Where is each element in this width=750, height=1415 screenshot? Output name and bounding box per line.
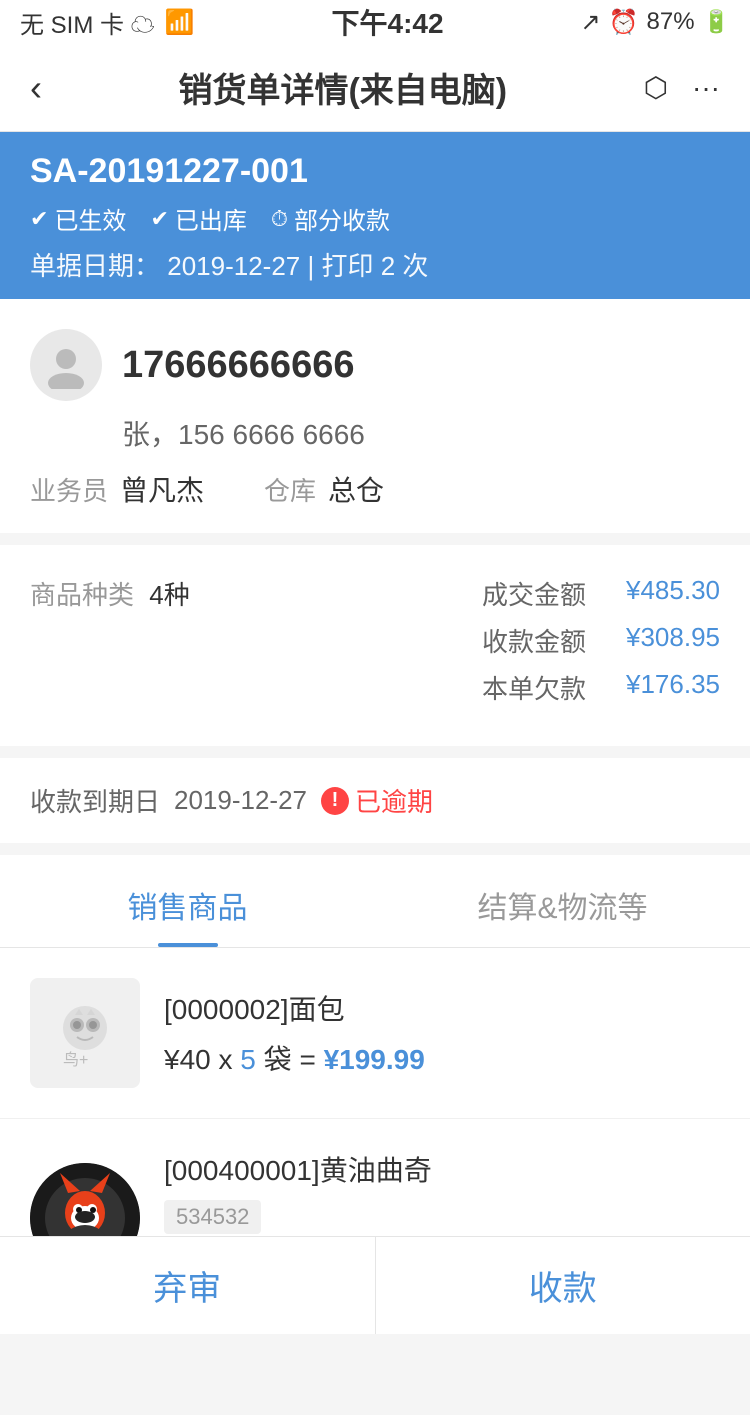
owed-amount-row: 本单欠款 ¥176.35 <box>482 669 720 706</box>
check-icon-1: ✔ <box>30 206 48 232</box>
deal-amount-row: 成交金额 ¥485.30 <box>482 575 720 612</box>
clock-icon: ⏱ <box>271 206 288 232</box>
bread-total: ¥199.99 <box>324 1044 425 1075</box>
received-amount-label: 收款金额 <box>482 622 586 659</box>
owed-amount-value: ¥176.35 <box>626 669 720 706</box>
order-badges: ✔ 已生效 ✔ 已出库 ⏱ 部分收款 <box>30 201 720 236</box>
product-type-label: 商品种类 <box>30 580 134 610</box>
product-thumbnail-bread: 鸟+ <box>30 978 140 1088</box>
badge-effective-label: 已生效 <box>54 201 126 236</box>
warehouse-label: 仓库 <box>264 471 316 508</box>
customer-meta: 业务员 曾凡杰 仓库 总仓 <box>30 469 720 509</box>
salesperson-label: 业务员 <box>30 471 108 508</box>
more-icon[interactable]: ··· <box>692 72 720 104</box>
share-icon[interactable]: ⬡ <box>644 71 668 104</box>
due-date-value: 2019-12-27 <box>174 785 307 816</box>
overdue-badge: ! 已逾期 <box>321 782 433 819</box>
avatar <box>30 329 102 401</box>
check-icon-2: ✔ <box>150 206 168 232</box>
status-time: 下午4:42 <box>332 2 444 42</box>
bread-eq: = <box>299 1044 323 1075</box>
due-date-section: 收款到期日 2019-12-27 ! 已逾期 <box>0 758 750 843</box>
product-batch-cookies: 534532 <box>164 1200 261 1234</box>
deal-amount-label: 成交金额 <box>482 575 586 612</box>
badge-partial-payment: ⏱ 部分收款 <box>271 201 390 236</box>
tabs-container: 销售商品 结算&物流等 <box>0 855 750 948</box>
product-info-bread: [0000002]面包 ¥40 x 5 袋 = ¥199.99 <box>164 988 720 1078</box>
cancel-button[interactable]: 弃审 <box>0 1237 376 1334</box>
product-type-value: 4种 <box>149 580 189 610</box>
overdue-text: 已逾期 <box>355 782 433 819</box>
no-sim-label: 无 SIM 卡 ☁ <box>20 5 155 40</box>
nav-actions: ⬡ ··· <box>644 71 720 104</box>
summary-section: 商品种类 4种 成交金额 ¥485.30 收款金额 ¥308.95 本单欠款 ¥… <box>0 545 750 746</box>
warehouse-value: 总仓 <box>328 469 384 509</box>
status-left: 无 SIM 卡 ☁ 📶 <box>20 5 195 40</box>
product-type-row: 商品种类 4种 <box>30 575 190 612</box>
summary-amounts: 成交金额 ¥485.30 收款金额 ¥308.95 本单欠款 ¥176.35 <box>482 575 720 716</box>
customer-phone: 17666666666 <box>122 344 354 387</box>
svg-text:鸟+: 鸟+ <box>63 1051 88 1069</box>
badge-partial-label: 部分收款 <box>294 201 390 236</box>
salesperson-item: 业务员 曾凡杰 <box>30 469 204 509</box>
alarm-icon: ⏰ <box>609 8 639 37</box>
status-right: ↗ ⏰ 87% 🔋 <box>581 8 730 37</box>
bread-unit: 袋 <box>264 1044 292 1075</box>
location-icon: ↗ <box>581 8 601 37</box>
print-suffix: 次 <box>402 251 428 281</box>
salesperson-value: 曾凡杰 <box>120 469 204 509</box>
badge-shipped-label: 已出库 <box>175 201 247 236</box>
back-button[interactable]: ‹ <box>30 67 42 109</box>
customer-row: 17666666666 <box>30 329 720 401</box>
bread-qty: 5 <box>240 1044 256 1075</box>
nav-bar: ‹ 销货单详情(来自电脑) ⬡ ··· <box>0 44 750 132</box>
tab-settlement[interactable]: 结算&物流等 <box>375 855 750 947</box>
page-title: 销货单详情(来自电脑) <box>178 63 507 112</box>
deal-amount-value: ¥485.30 <box>626 575 720 612</box>
badge-shipped: ✔ 已出库 <box>150 201 246 236</box>
badge-effective: ✔ 已生效 <box>30 201 126 236</box>
date-value: 2019-12-27 <box>167 251 300 281</box>
product-name-bread: [0000002]面包 <box>164 988 720 1028</box>
due-date-label: 收款到期日 <box>30 782 160 819</box>
customer-section: 17666666666 张，156 6666 6666 业务员 曾凡杰 仓库 总… <box>0 299 750 533</box>
product-name-cookies: [000400001]黄油曲奇 <box>164 1149 720 1189</box>
summary-left: 商品种类 4种 <box>30 575 190 618</box>
print-label: | 打印 <box>307 251 373 281</box>
date-label: 单据日期： <box>30 251 160 281</box>
received-amount-value: ¥308.95 <box>626 622 720 659</box>
product-item: 鸟+ [0000002]面包 ¥40 x 5 袋 = ¥199.99 <box>0 948 750 1119</box>
customer-name: 张，156 6666 6666 <box>30 413 720 453</box>
status-bar: 无 SIM 卡 ☁ 📶 下午4:42 ↗ ⏰ 87% 🔋 <box>0 0 750 44</box>
overdue-icon: ! <box>321 787 349 815</box>
owed-amount-label: 本单欠款 <box>482 669 586 706</box>
order-header-banner: SA-20191227-001 ✔ 已生效 ✔ 已出库 ⏱ 部分收款 单据日期：… <box>0 132 750 299</box>
wifi-icon: 📶 <box>165 8 195 37</box>
bread-price: ¥40 <box>164 1044 211 1075</box>
product-price-bread: ¥40 x 5 袋 = ¥199.99 <box>164 1038 720 1078</box>
confirm-payment-button[interactable]: 收款 <box>376 1237 750 1334</box>
order-date-row: 单据日期： 2019-12-27 | 打印 2 次 <box>30 246 720 283</box>
battery-label: 87% <box>647 8 695 36</box>
battery-icon: 🔋 <box>703 9 730 35</box>
tab-sales-products[interactable]: 销售商品 <box>0 855 375 947</box>
bottom-bar: 弃审 收款 <box>0 1236 750 1334</box>
order-id: SA-20191227-001 <box>30 152 720 191</box>
received-amount-row: 收款金额 ¥308.95 <box>482 622 720 659</box>
print-count: 2 <box>381 251 395 281</box>
bread-x: x <box>219 1044 241 1075</box>
warehouse-item: 仓库 总仓 <box>264 469 384 509</box>
